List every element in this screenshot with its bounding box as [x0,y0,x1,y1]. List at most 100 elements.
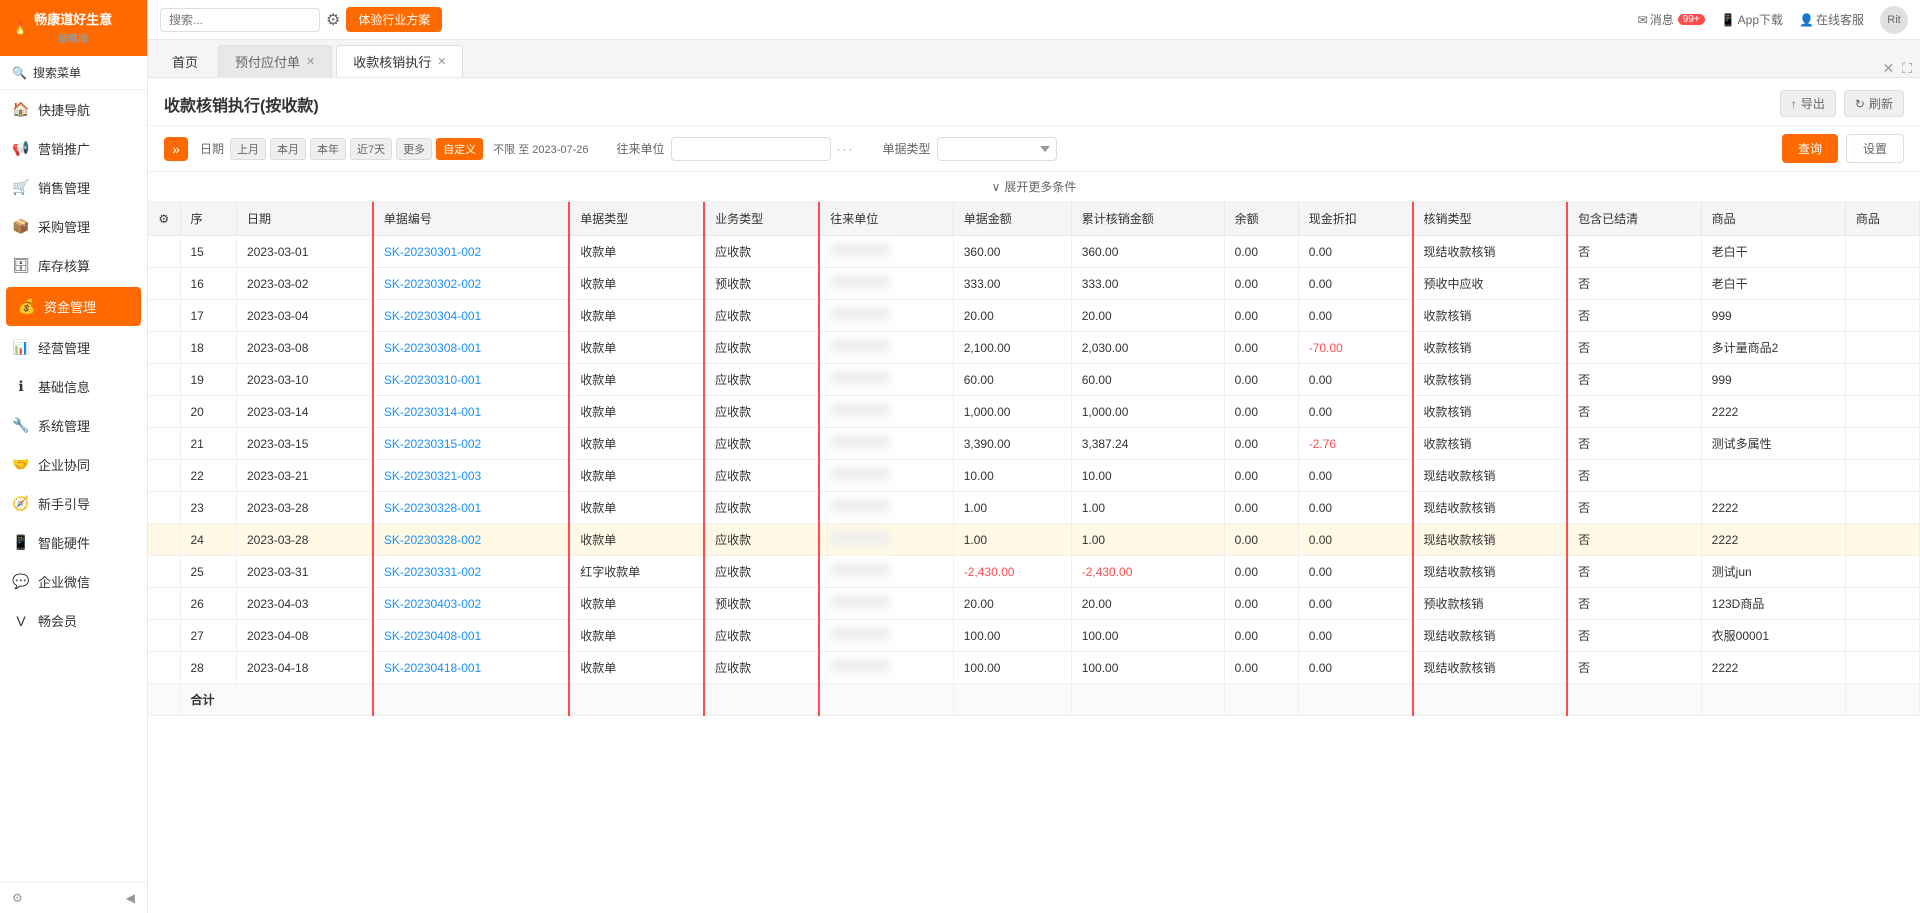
collapse-icon[interactable]: ◀ [126,891,135,905]
date-last-month[interactable]: 上月 [230,138,266,160]
industry-solution-button[interactable]: 体验行业方案 [346,7,442,32]
sidebar-item-system[interactable]: 🔧系统管理 [0,406,147,445]
counterparty-input[interactable] [671,137,831,161]
row-expand[interactable] [148,300,180,332]
sidebar-item-inventory[interactable]: 🗄库存核算 [0,246,147,285]
row-biz-type: 应收款 [704,364,819,396]
prepay-tab-close[interactable]: ✕ [306,55,315,68]
row-expand[interactable] [148,524,180,556]
sidebar-item-wechat[interactable]: 💬企业微信 [0,562,147,601]
table-row[interactable]: 24 2023-03-28 SK-20230328-002 收款单 应收款 1.… [148,524,1920,556]
sidebar-item-member[interactable]: V畅会员 [0,601,147,640]
tab-prepay[interactable]: 预付应付单 ✕ [218,45,332,77]
table-row[interactable]: 27 2023-04-08 SK-20230408-001 收款单 应收款 10… [148,620,1920,652]
row-expand[interactable] [148,588,180,620]
table-row[interactable]: 23 2023-03-28 SK-20230328-001 收款单 应收款 1.… [148,492,1920,524]
row-write-off-amount: -2,430.00 [1071,556,1224,588]
row-include-settled: 否 [1567,556,1701,588]
table-row[interactable]: 28 2023-04-18 SK-20230418-001 收款单 应收款 10… [148,652,1920,684]
sidebar-item-guide[interactable]: 🧭新手引导 [0,484,147,523]
voucher-no-link[interactable]: SK-20230328-002 [384,533,481,547]
sidebar-item-basics[interactable]: ℹ基础信息 [0,367,147,406]
collection-tab-label: 收款核销执行 [353,52,431,71]
tabs-maximize-icon[interactable]: ⛶ [1902,60,1912,77]
topbar-settings-icon[interactable]: ⚙ [326,10,340,30]
row-expand[interactable] [148,396,180,428]
table-row[interactable]: 20 2023-03-14 SK-20230314-001 收款单 应收款 1,… [148,396,1920,428]
user-avatar[interactable]: Rit [1880,6,1908,34]
voucher-no-link[interactable]: SK-20230315-002 [384,437,481,451]
row-product2 [1845,620,1919,652]
col-header-settings[interactable]: ⚙ [148,202,180,236]
date-custom[interactable]: 自定义 [436,138,483,160]
table-row[interactable]: 15 2023-03-01 SK-20230301-002 收款单 应收款 36… [148,236,1920,268]
online-support-item[interactable]: 👤 在线客服 [1799,11,1864,28]
date-this-year[interactable]: 本年 [310,138,346,160]
sidebar-item-marketing[interactable]: 📢营销推广 [0,129,147,168]
row-counterparty [819,588,953,620]
table-row[interactable]: 16 2023-03-02 SK-20230302-002 收款单 预收款 33… [148,268,1920,300]
table-row[interactable]: 19 2023-03-10 SK-20230310-001 收款单 应收款 60… [148,364,1920,396]
table-row[interactable]: 25 2023-03-31 SK-20230331-002 红字收款单 应收款 … [148,556,1920,588]
tab-bar: 首页 预付应付单 ✕ 收款核销执行 ✕ ✕ ⛶ [148,40,1920,78]
tab-collection[interactable]: 收款核销执行 ✕ [336,45,463,77]
voucher-no-link[interactable]: SK-20230310-001 [384,373,481,387]
voucher-no-link[interactable]: SK-20230328-001 [384,501,481,515]
row-expand[interactable] [148,460,180,492]
table-row[interactable]: 22 2023-03-21 SK-20230321-003 收款单 应收款 10… [148,460,1920,492]
voucher-no-link[interactable]: SK-20230408-001 [384,629,481,643]
row-expand[interactable] [148,268,180,300]
sidebar-item-purchase[interactable]: 📦采购管理 [0,207,147,246]
tab-home[interactable]: 首页 [156,45,214,77]
tabs-close-all-icon[interactable]: ✕ [1882,60,1894,77]
refresh-button[interactable]: ↻ 刷新 [1844,90,1904,117]
sidebar-item-hardware[interactable]: 📱智能硬件 [0,523,147,562]
date-this-month[interactable]: 本月 [270,138,306,160]
voucher-no-link[interactable]: SK-20230403-002 [384,597,481,611]
col-header-biz-type: 业务类型 [704,202,819,236]
row-date: 2023-04-18 [237,652,373,684]
voucher-no-link[interactable]: SK-20230321-003 [384,469,481,483]
sidebar-item-shortcuts[interactable]: 🏠快捷导航 [0,90,147,129]
table-row[interactable]: 26 2023-04-03 SK-20230403-002 收款单 预收款 20… [148,588,1920,620]
setting-button[interactable]: 设置 [1846,134,1904,163]
sidebar-item-enterprise[interactable]: 🤝企业协同 [0,445,147,484]
row-expand[interactable] [148,620,180,652]
voucher-no-link[interactable]: SK-20230418-001 [384,661,481,675]
sidebar-item-search[interactable]: 🔍 搜索菜单 [0,56,147,90]
row-expand[interactable] [148,236,180,268]
counterparty-blurred [830,243,890,257]
voucher-no-link[interactable]: SK-20230308-001 [384,341,481,355]
export-button[interactable]: ↑ 导出 [1780,90,1836,117]
voucher-no-link[interactable]: SK-20230314-001 [384,405,481,419]
filter-collapse-btn[interactable]: » [164,137,188,161]
row-expand[interactable] [148,652,180,684]
topbar-search-input[interactable] [160,8,320,32]
row-expand[interactable] [148,428,180,460]
messages-item[interactable]: ✉ 消息 99+ [1638,11,1705,28]
row-expand[interactable] [148,556,180,588]
voucher-no-link[interactable]: SK-20230301-002 [384,245,481,259]
query-button[interactable]: 查询 [1782,134,1838,163]
table-row[interactable]: 18 2023-03-08 SK-20230308-001 收款单 应收款 2,… [148,332,1920,364]
settings-icon[interactable]: ⚙ [12,891,23,905]
row-balance: 0.00 [1224,364,1298,396]
date-more[interactable]: 更多 [396,138,432,160]
sidebar-item-operations[interactable]: 📊经营管理 [0,328,147,367]
voucher-type-select[interactable] [937,137,1057,161]
sidebar-item-finance[interactable]: 💰资金管理 [6,287,141,326]
row-expand[interactable] [148,332,180,364]
counterparty-blurred [830,627,890,641]
collection-tab-close[interactable]: ✕ [437,55,446,68]
table-row[interactable]: 17 2023-03-04 SK-20230304-001 收款单 应收款 20… [148,300,1920,332]
row-expand[interactable] [148,492,180,524]
table-row[interactable]: 21 2023-03-15 SK-20230315-002 收款单 应收款 3,… [148,428,1920,460]
voucher-no-link[interactable]: SK-20230302-002 [384,277,481,291]
date-last-7-days[interactable]: 近7天 [350,138,392,160]
sidebar-item-sales[interactable]: 🛒销售管理 [0,168,147,207]
expand-conditions-btn[interactable]: ∨ 展开更多条件 [992,178,1077,195]
voucher-no-link[interactable]: SK-20230331-002 [384,565,481,579]
voucher-no-link[interactable]: SK-20230304-001 [384,309,481,323]
app-download-item[interactable]: 📱 App下载 [1721,11,1783,28]
row-expand[interactable] [148,364,180,396]
